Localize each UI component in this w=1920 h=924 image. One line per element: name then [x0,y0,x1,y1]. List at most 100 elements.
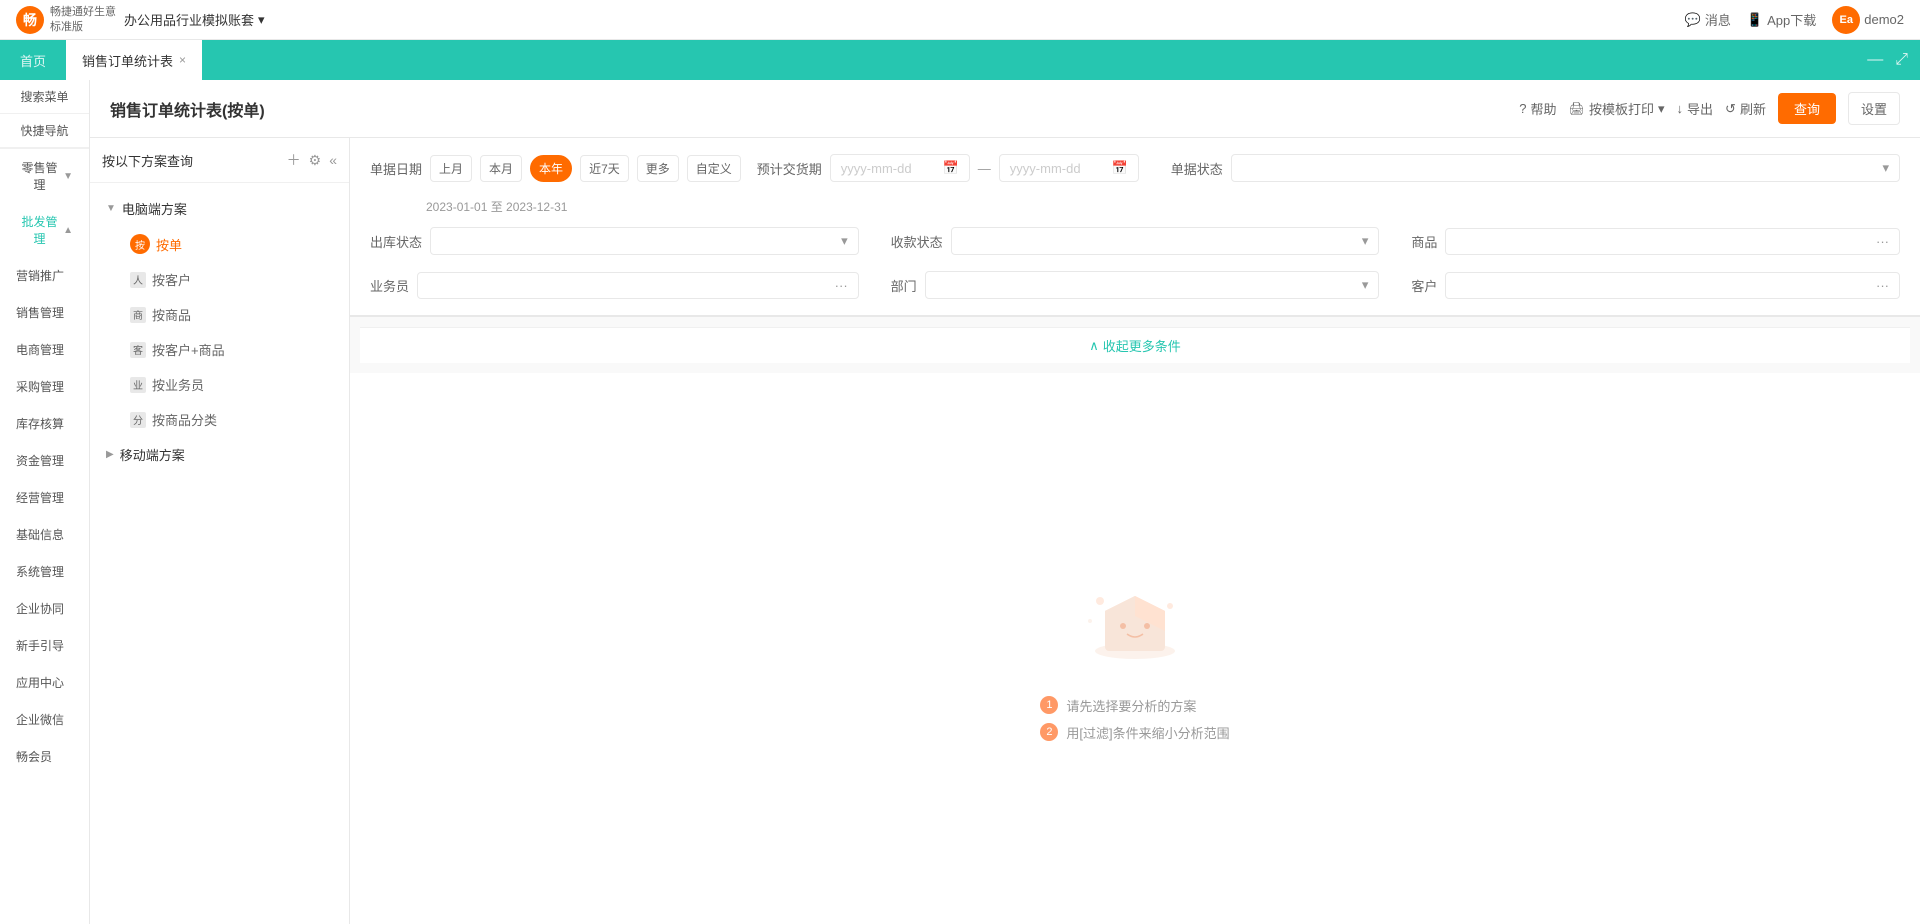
print-button[interactable]: 🖨 按模板打印 ▾ [1568,99,1664,118]
top-bar: 畅 畅捷通好生意 标准版 办公用品行业模拟账套 ▾ 💬 消息 📱 App下载 E… [0,0,1920,40]
expected-date-start-input[interactable]: yyyy-mm-dd 📅 [830,154,970,182]
filter-item-doc-status: 单据状态 ▾ [1171,154,1900,182]
date-buttons-group: 上月 本月 本年 近7天 更多 自定义 [430,155,741,182]
delivery-status-select[interactable]: ▾ [430,227,859,255]
sidebar-item-appcenter[interactable]: 应用中心 [0,664,89,701]
logo-area: 畅 畅捷通好生意 标准版 [16,5,116,34]
chevron-down-icon-status: ▾ [1882,160,1889,176]
tab-home[interactable]: 首页 [0,40,66,80]
app-download-button[interactable]: 📱 App下载 [1747,10,1816,29]
add-solution-button[interactable]: ＋ [287,150,301,170]
customer-input[interactable]: ··· [1445,272,1900,299]
collapse-panel-button[interactable]: « [329,152,337,168]
receipt-status-select[interactable]: ▾ [951,227,1380,255]
filter-item-customer: 客户 ··· [1411,272,1900,299]
date-btn-7days[interactable]: 近7天 [580,155,629,182]
tree-item-mobile-solutions[interactable]: ▶ 移动端方案 [90,437,349,472]
by-customer-goods-icon: 客 [130,342,146,358]
salesperson-more-icon[interactable]: ··· [835,278,848,293]
date-btn-custom[interactable]: 自定义 [687,155,741,182]
tree-item-by-customer-goods[interactable]: 客 按客户+商品 [90,332,349,367]
sidebar-item-retail[interactable]: 零售管理 ▼ [0,149,89,203]
sidebar-item-basics[interactable]: 基础信息 [0,516,89,553]
sidebar-search[interactable]: 搜索菜单 [0,80,89,114]
filter-item-expected-date: 预计交货期 yyyy-mm-dd 📅 — yyyy-mm-dd 📅 [757,154,1139,182]
maximize-button[interactable]: ⤢ [1895,51,1908,69]
customer-more-icon[interactable]: ··· [1876,278,1889,293]
sidebar-item-system[interactable]: 系统管理 [0,553,89,590]
empty-tips: 1 请先选择要分析的方案 2 用[过滤]条件来缩小分析范围 [1040,696,1229,742]
sidebar-item-wechat[interactable]: 企业微信 [0,701,89,738]
panel-tree: ▼ 电脑端方案 按 按单 人 按客户 商 按商品 [90,183,349,480]
minimize-button[interactable]: — [1867,51,1883,69]
main-layout: 搜索菜单 快捷导航 零售管理 ▼ 批发管理 ▲ 营销推广 销售管理 电商管理 采… [0,80,1920,924]
user-profile[interactable]: Ea demo2 [1832,6,1904,34]
window-controls: — ⤢ [1855,40,1920,80]
tree-item-by-goods-category[interactable]: 分 按商品分类 [90,402,349,437]
filter-item-delivery-status: 出库状态 ▾ [370,227,859,255]
settings-icon[interactable]: ⚙ [309,152,322,169]
content-wrapper: 按以下方案查询 ＋ ⚙ « ▼ 电脑端方案 按 按单 [90,138,1920,924]
sidebar-shortcut[interactable]: 快捷导航 [0,114,89,148]
panel-toolbar: 按以下方案查询 ＋ ⚙ « [90,150,349,183]
export-button[interactable]: ↓ 导出 [1677,99,1714,118]
company-selector[interactable]: 办公用品行业模拟账套 ▾ [124,10,265,29]
filter-section: 单据日期 上月 本月 本年 近7天 更多 自定义 [350,138,1920,316]
date-btn-this-year[interactable]: 本年 [530,155,572,182]
settings-button[interactable]: 设置 [1848,92,1900,125]
sidebar-item-newuser[interactable]: 新手引导 [0,627,89,664]
by-salesperson-icon: 业 [130,377,146,393]
empty-illustration [1075,556,1195,676]
date-range-display: 2023-01-01 至 2023-12-31 [370,198,1900,227]
tree-item-by-salesperson[interactable]: 业 按业务员 [90,367,349,402]
empty-tip-2: 2 用[过滤]条件来缩小分析范围 [1040,723,1229,742]
goods-input[interactable]: ··· [1445,228,1900,255]
salesperson-input[interactable]: ··· [417,272,859,299]
tree-item-by-goods[interactable]: 商 按商品 [90,297,349,332]
goods-more-icon[interactable]: ··· [1876,234,1889,249]
by-goods-icon: 商 [130,307,146,323]
sidebar-item-wholesale[interactable]: 批发管理 ▲ [0,203,89,257]
message-button[interactable]: 💬 消息 [1685,10,1731,29]
message-icon: 💬 [1685,12,1701,28]
filter-item-dept: 部门 ▾ [891,271,1380,299]
sidebar-item-enterprise[interactable]: 企业协同 [0,590,89,627]
expected-date-end-input[interactable]: yyyy-mm-dd 📅 [999,154,1139,182]
sidebar: 搜索菜单 快捷导航 零售管理 ▼ 批发管理 ▲ 营销推广 销售管理 电商管理 采… [0,80,90,924]
dept-select[interactable]: ▾ [925,271,1380,299]
top-bar-right: 💬 消息 📱 App下载 Ea demo2 [1685,6,1904,34]
tree-collapse-icon: ▼ [106,203,116,214]
logo-icon: 畅 [16,6,44,34]
date-btn-more[interactable]: 更多 [637,155,679,182]
chevron-down-icon-receipt: ▾ [1362,233,1369,249]
chevron-down-icon: ▾ [1658,101,1665,117]
calendar-icon-2: 📅 [1112,160,1128,176]
help-button[interactable]: ? 帮助 [1519,99,1556,118]
chevron-up-icon: ▲ [63,225,73,236]
query-button[interactable]: 查询 [1778,93,1836,124]
sidebar-item-marketing[interactable]: 营销推广 [0,257,89,294]
sidebar-item-operations[interactable]: 经营管理 [0,479,89,516]
tab-sales-order[interactable]: 销售订单统计表 × [66,40,202,80]
tree-item-pc-solutions: ▼ 电脑端方案 [90,191,349,226]
tab-close-icon[interactable]: × [179,53,186,67]
sidebar-item-finance[interactable]: 资金管理 [0,442,89,479]
page-actions: ? 帮助 🖨 按模板打印 ▾ ↓ 导出 ↺ 刷新 查询 设置 [1519,92,1900,137]
date-btn-this-month[interactable]: 本月 [480,155,522,182]
sidebar-item-sales[interactable]: 销售管理 [0,294,89,331]
doc-status-select[interactable]: ▾ [1231,154,1900,182]
sidebar-item-member[interactable]: 畅会员 [0,738,89,775]
tree-item-by-customer[interactable]: 人 按客户 [90,262,349,297]
page-header: 销售订单统计表(按单) ? 帮助 🖨 按模板打印 ▾ ↓ 导出 ↺ 刷新 [90,80,1920,138]
date-btn-last-month[interactable]: 上月 [430,155,472,182]
empty-state: 1 请先选择要分析的方案 2 用[过滤]条件来缩小分析范围 [350,373,1920,924]
sidebar-item-ecommerce[interactable]: 电商管理 [0,331,89,368]
sidebar-item-inventory[interactable]: 库存核算 [0,405,89,442]
collapse-conditions-button[interactable]: ∧ 收起更多条件 [360,327,1910,363]
sidebar-item-purchase[interactable]: 采购管理 [0,368,89,405]
refresh-button[interactable]: ↺ 刷新 [1725,99,1766,118]
filter-item-salesperson: 业务员 ··· [370,272,859,299]
left-panel: 按以下方案查询 ＋ ⚙ « ▼ 电脑端方案 按 按单 [90,138,350,924]
empty-tip-1: 1 请先选择要分析的方案 [1040,696,1229,715]
tree-item-by-order[interactable]: 按 按单 [90,226,349,262]
